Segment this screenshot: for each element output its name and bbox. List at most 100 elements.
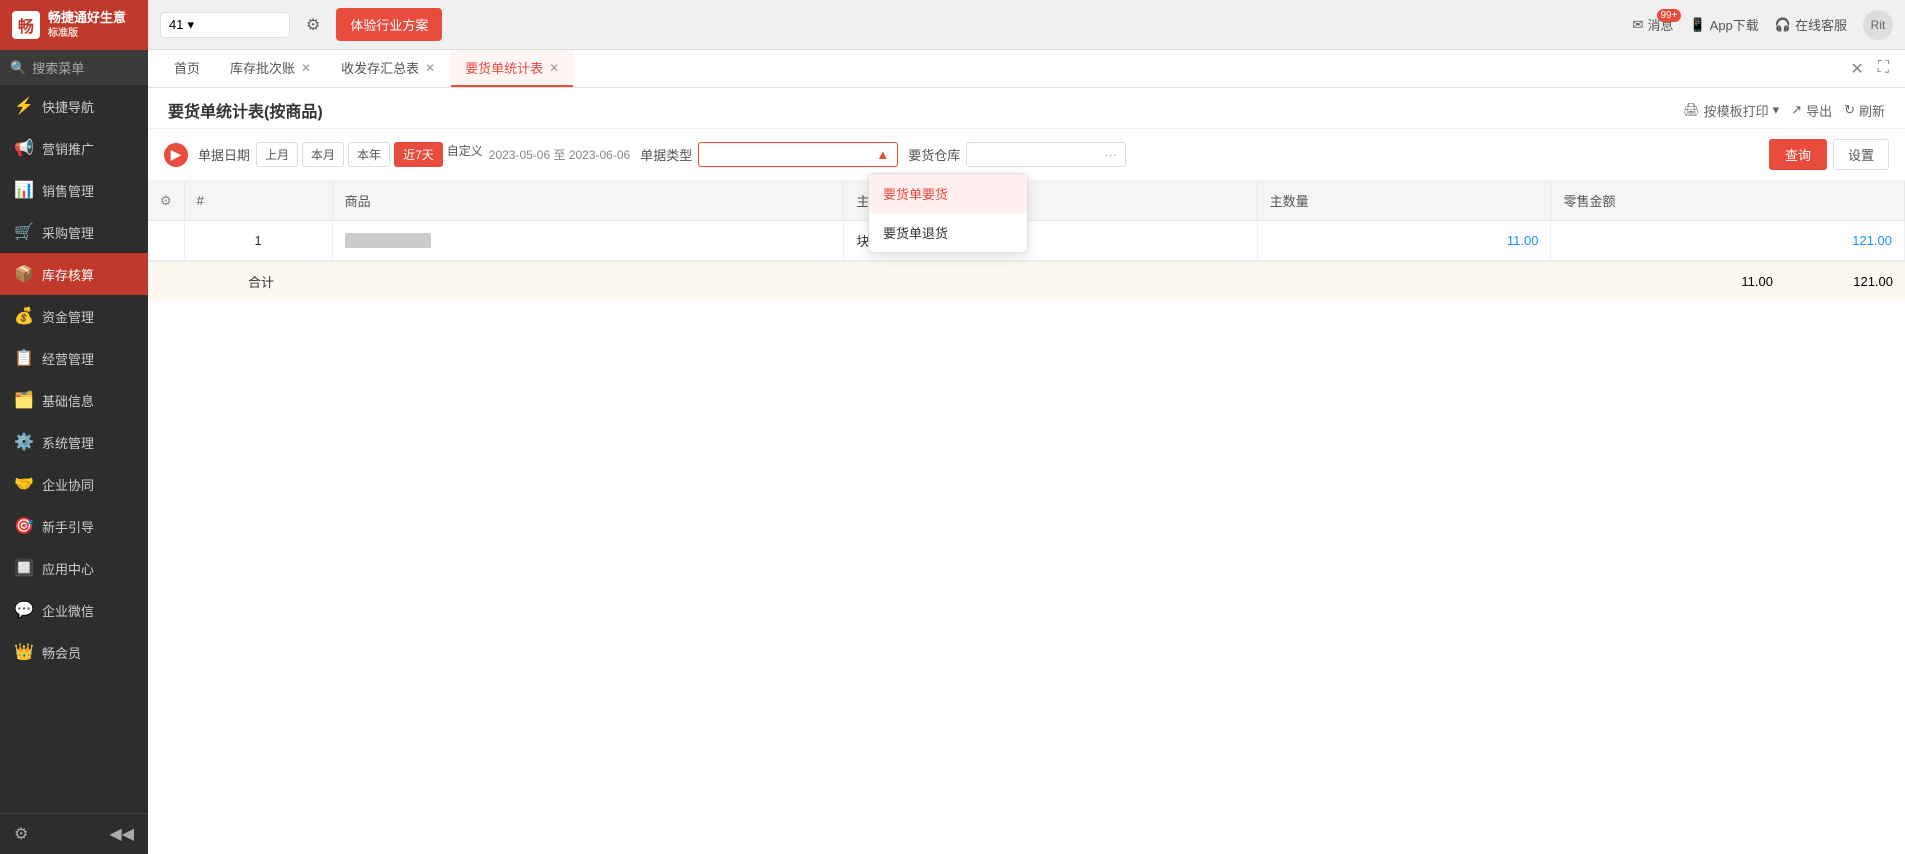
sidebar-item-base[interactable]: 🗂️ 基础信息 [0,379,148,421]
tab-home[interactable]: 首页 [160,50,214,87]
sidebar-item-purchase[interactable]: 🛒 采购管理 [0,211,148,253]
nav-icon-marketing: 📢 [14,138,34,158]
col-header-settings: ⚙ [148,181,184,221]
nav-icon-base: 🗂️ [14,390,34,410]
print-arrow-icon: ▾ [1773,102,1780,118]
filter-date-group: 单据日期 上月 本月 本年 近7天 自定义 2023-05-06 至 2023-… [198,142,630,167]
app-title: 畅捷通好生意 [48,10,126,27]
sidebar-item-quick-nav[interactable]: ⚡ 快捷导航 [0,85,148,127]
online-service-btn[interactable]: 🎧 在线客服 [1775,15,1847,34]
nav-icon-purchase: 🛒 [14,222,34,242]
phone-icon: 📱 [1689,17,1705,33]
col-header-quantity: 主数量 [1257,181,1551,221]
settings-btn[interactable]: 设置 [1833,139,1889,170]
period-btn-last-month[interactable]: 上月 [256,142,298,167]
app-subtitle: 标准版 [48,27,126,40]
tab-inventory-batch[interactable]: 库存批次账 ✕ [216,50,325,87]
dropdown-arrow-icon: ▾ [187,17,194,33]
sidebar-item-corp[interactable]: 🤝 企业协同 [0,463,148,505]
settings-topbar-btn[interactable]: ⚙ [298,11,328,39]
cell-rownum: 1 [184,221,332,261]
date-range-display: 2023-05-06 至 2023-06-06 [489,146,630,163]
tabs-bar: 首页 库存批次账 ✕ 收发存汇总表 ✕ 要货单统计表 ✕ ✕ ⛶ [148,50,1905,88]
sidebar-item-app[interactable]: 🔲 应用中心 [0,547,148,589]
nav-icon-vip: 👑 [14,642,34,662]
tab-close-inventory-batch[interactable]: ✕ [301,61,311,75]
settings-icon[interactable]: ⚙ [14,824,28,844]
refresh-icon: ↻ [1844,102,1855,118]
sidebar-item-finance[interactable]: 💰 资金管理 [0,295,148,337]
sidebar-header: 畅 畅捷通好生意 标准版 [0,0,148,50]
filter-expand-btn[interactable]: ▶ [164,143,188,167]
refresh-btn[interactable]: ↻ 刷新 [1844,101,1885,120]
logo-icon: 畅 [12,11,40,39]
main-area: 41 ▾ ⚙ 体验行业方案 ✉ 消息 99+ 📱 App下载 🎧 在线客服 Ri… [148,0,1905,854]
nav-icon-finance: 💰 [14,306,34,326]
total-label: 合计 [236,275,286,290]
nav-icon-guide: 🎯 [14,516,34,536]
total-amount: 121.00 [1853,274,1893,289]
collapse-icon[interactable]: ◀◀ [109,824,134,844]
filter-warehouse-group: 要货仓库 ··· [908,142,1126,167]
period-btn-cur-month[interactable]: 本月 [302,142,344,167]
nav-icon-wechat: 💬 [14,600,34,620]
search-icon: 🔍 [10,60,26,76]
sidebar-item-guide[interactable]: 🎯 新手引导 [0,505,148,547]
table-gear-icon[interactable]: ⚙ [160,193,172,208]
print-icon: 🖨 [1683,102,1700,118]
content-area: 要货单统计表(按商品) 🖨 按模板打印 ▾ ↗ 导出 ↻ 刷新 ▶ [148,88,1905,854]
period-btn-year[interactable]: 本年 [348,142,390,167]
headset-icon: 🎧 [1775,17,1791,33]
nav-icon-quick: ⚡ [14,96,34,116]
warehouse-more-icon: ··· [1104,147,1117,162]
total-quantity: 11.00 [1741,274,1773,289]
company-dropdown[interactable]: 41 ▾ [160,12,290,38]
tab-order-summary[interactable]: 要货单统计表 ✕ [451,50,573,87]
cell-quantity: 11.00 [1257,221,1551,261]
filter-select-arrow-icon: ▲ [876,147,889,162]
filter-bar: ▶ 单据日期 上月 本月 本年 近7天 自定义 2023-05-06 至 202… [148,129,1905,181]
industry-btn[interactable]: 体验行业方案 [336,8,442,41]
period-btn-recent7[interactable]: 近7天 [394,142,443,167]
cell-goods: ████ █████ [332,221,844,261]
sidebar-item-sales[interactable]: 📊 销售管理 [0,169,148,211]
sidebar-item-wechat[interactable]: 💬 企业微信 [0,589,148,631]
nav-icon-system: ⚙️ [14,432,34,452]
export-btn[interactable]: ↗ 导出 [1791,101,1832,120]
sidebar-search[interactable]: 🔍 搜索菜单 [0,50,148,85]
tab-expand-btn[interactable]: ⛶ [1874,57,1893,81]
tab-close-order[interactable]: ✕ [549,61,559,75]
nav-icon-sales: 📊 [14,180,34,200]
print-btn[interactable]: 🖨 按模板打印 ▾ [1683,101,1779,120]
sidebar-item-operation[interactable]: 📋 经营管理 [0,337,148,379]
export-icon: ↗ [1791,102,1802,118]
sidebar-item-marketing[interactable]: 📢 营销推广 [0,127,148,169]
user-avatar[interactable]: Rit [1863,10,1893,40]
sidebar-item-system[interactable]: ⚙️ 系统管理 [0,421,148,463]
filter-warehouse-select[interactable]: ··· [966,142,1126,167]
dropdown-item-order-goods[interactable]: 要货单要货 [869,174,1027,213]
bell-icon: ✉ [1633,17,1644,33]
period-buttons: 上月 本月 本年 近7天 自定义 [256,142,483,167]
query-btn[interactable]: 查询 [1769,139,1827,170]
period-btn-custom[interactable]: 自定义 [447,142,483,167]
sidebar: 畅 畅捷通好生意 标准版 🔍 搜索菜单 ⚡ 快捷导航 📢 营销推广 📊 销售管理… [0,0,148,854]
col-header-rownum: # [184,181,332,221]
filter-type-select[interactable]: ▲ [698,142,898,167]
type-dropdown-menu: 要货单要货 要货单退货 [868,173,1028,253]
tab-close-all-btn[interactable]: ✕ [1846,57,1867,81]
messages-badge: 99+ [1657,9,1682,22]
sidebar-item-inventory[interactable]: 📦 库存核算 [0,253,148,295]
sidebar-footer: ⚙ ◀◀ [0,813,148,854]
nav-icon-app: 🔲 [14,558,34,578]
page-actions: 🖨 按模板打印 ▾ ↗ 导出 ↻ 刷新 [1683,101,1885,120]
dropdown-item-order-return[interactable]: 要货单退货 [869,213,1027,252]
tab-close-receivable[interactable]: ✕ [425,61,435,75]
tab-receivable-summary[interactable]: 收发存汇总表 ✕ [327,50,449,87]
sidebar-item-vip[interactable]: 👑 畅会员 [0,631,148,673]
nav-icon-corp: 🤝 [14,474,34,494]
page-title: 要货单统计表(按商品) [168,98,323,122]
col-header-goods: 商品 [332,181,844,221]
app-download-btn[interactable]: 📱 App下载 [1689,15,1758,34]
messages-btn[interactable]: ✉ 消息 99+ [1633,15,1674,34]
